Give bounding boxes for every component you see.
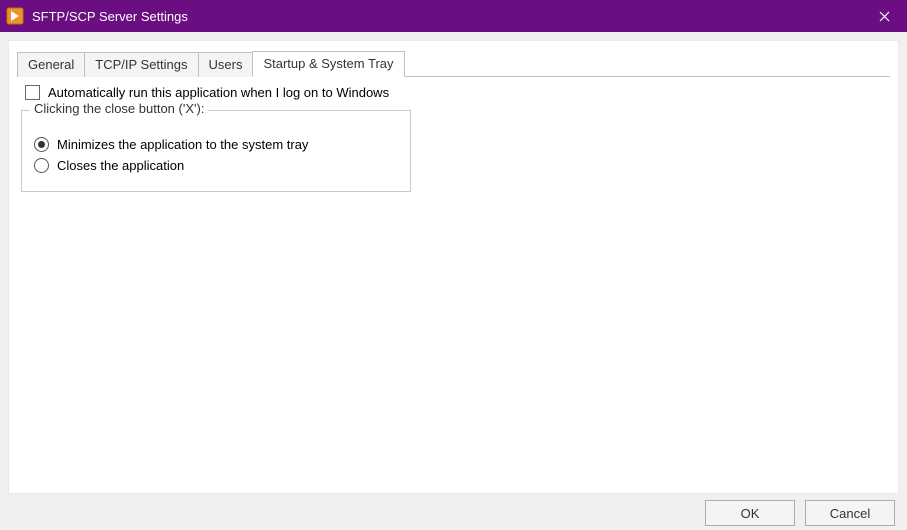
close-button-groupbox: Clicking the close button ('X'): Minimiz… xyxy=(21,110,411,192)
tab-general[interactable]: General xyxy=(17,52,85,77)
cancel-button[interactable]: Cancel xyxy=(805,500,895,526)
radio-close[interactable] xyxy=(34,158,49,173)
autorun-checkbox[interactable] xyxy=(25,85,40,100)
close-button-legend: Clicking the close button ('X'): xyxy=(30,101,208,116)
radio-dot-icon xyxy=(38,141,45,148)
close-icon xyxy=(879,11,890,22)
app-icon xyxy=(6,7,24,25)
autorun-label: Automatically run this application when … xyxy=(48,85,389,100)
radio-close-label: Closes the application xyxy=(57,158,184,173)
radio-minimize-row[interactable]: Minimizes the application to the system … xyxy=(34,137,398,152)
tab-tcpip[interactable]: TCP/IP Settings xyxy=(84,52,198,77)
ok-button[interactable]: OK xyxy=(705,500,795,526)
window-title: SFTP/SCP Server Settings xyxy=(32,9,861,24)
autorun-checkbox-row[interactable]: Automatically run this application when … xyxy=(25,85,890,100)
radio-minimize[interactable] xyxy=(34,137,49,152)
dialog-content: General TCP/IP Settings Users Startup & … xyxy=(8,40,899,494)
tab-startup[interactable]: Startup & System Tray xyxy=(252,51,404,77)
window-close-button[interactable] xyxy=(861,0,907,32)
radio-close-row[interactable]: Closes the application xyxy=(34,158,398,173)
radio-minimize-label: Minimizes the application to the system … xyxy=(57,137,308,152)
tab-users[interactable]: Users xyxy=(198,52,254,77)
titlebar: SFTP/SCP Server Settings xyxy=(0,0,907,32)
button-bar: OK Cancel xyxy=(705,500,895,526)
tab-strip: General TCP/IP Settings Users Startup & … xyxy=(17,51,890,77)
